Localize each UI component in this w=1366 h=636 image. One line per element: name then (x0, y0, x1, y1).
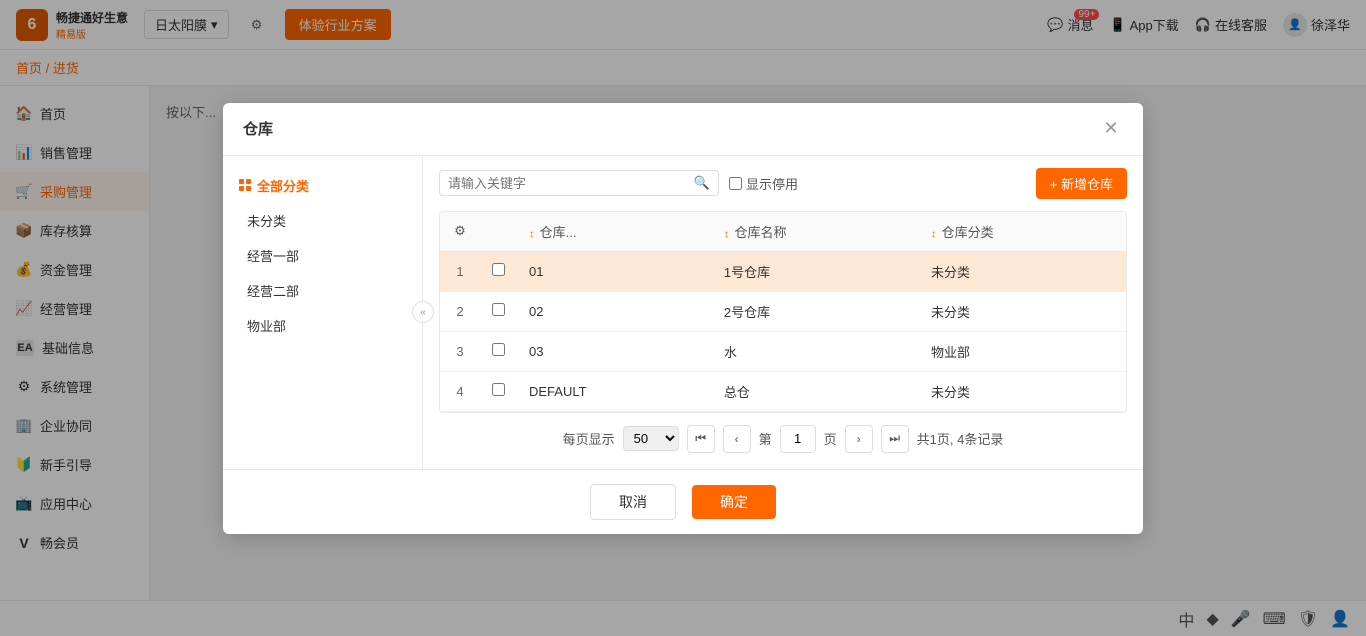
row-num-3: 3 (440, 331, 480, 371)
row-category-4: 未分类 (919, 371, 1126, 411)
warehouse-table: ⚙ ↕ 仓库... ↕ 仓库名称 (439, 211, 1127, 413)
search-icon[interactable]: 🔍 (694, 175, 710, 191)
col-category[interactable]: ↕ 仓库分类 (919, 212, 1126, 252)
table-header-row: ⚙ ↕ 仓库... ↕ 仓库名称 (440, 212, 1126, 252)
search-input[interactable] (448, 176, 688, 191)
warehouse-modal: 仓库 ✕ 全部分类 未分类 经营一部 经营二部 物业部 (223, 103, 1143, 534)
row-code-4: DEFAULT (517, 371, 712, 411)
modal-close-button[interactable]: ✕ (1099, 117, 1123, 141)
col-category-label: 仓库分类 (942, 225, 994, 240)
col-code-label: 仓库... (540, 225, 577, 240)
per-page-label: 每页显示 (563, 429, 615, 448)
row-name-1: 1号仓库 (712, 251, 919, 291)
col-name-label: 仓库名称 (735, 225, 787, 240)
row-category-2: 未分类 (919, 291, 1126, 331)
table-panel: 🔍 显示停用 + 新增仓库 ⚙ (423, 156, 1143, 469)
row-code-2: 02 (517, 291, 712, 331)
row-name-3: 水 (712, 331, 919, 371)
page-number-input[interactable] (780, 425, 816, 453)
settings-col-icon: ⚙ (454, 223, 466, 238)
show-disabled-checkbox[interactable]: 显示停用 (729, 174, 798, 193)
modal-body: 全部分类 未分类 经营一部 经营二部 物业部 « 🔍 (223, 156, 1143, 469)
col-checkbox (480, 212, 517, 252)
row-name-4: 总仓 (712, 371, 919, 411)
modal-title: 仓库 (243, 118, 273, 139)
confirm-button[interactable]: 确定 (692, 485, 776, 519)
category-item-property[interactable]: 物业部 (223, 308, 422, 343)
row-num-1: 1 (440, 251, 480, 291)
row-cb-3[interactable] (480, 331, 517, 371)
all-categories-btn[interactable]: 全部分类 (223, 168, 422, 203)
table-row[interactable]: 2 02 2号仓库 未分类 (440, 291, 1126, 331)
sort-icon-category: ↕ (931, 229, 936, 240)
sort-icon-code: ↕ (529, 229, 534, 240)
row-cb-4[interactable] (480, 371, 517, 411)
category-panel: 全部分类 未分类 经营一部 经营二部 物业部 « (223, 156, 423, 469)
col-name[interactable]: ↕ 仓库名称 (712, 212, 919, 252)
first-page-btn[interactable]: ⏮ (687, 425, 715, 453)
row-category-3: 物业部 (919, 331, 1126, 371)
add-warehouse-button[interactable]: + 新增仓库 (1036, 168, 1127, 199)
row-name-2: 2号仓库 (712, 291, 919, 331)
collapse-panel-btn[interactable]: « (412, 301, 434, 323)
table-element: ⚙ ↕ 仓库... ↕ 仓库名称 (440, 212, 1126, 412)
show-disabled-label: 显示停用 (746, 174, 798, 193)
category-item-uncategorized[interactable]: 未分类 (223, 203, 422, 238)
cancel-button[interactable]: 取消 (590, 484, 676, 520)
col-code[interactable]: ↕ 仓库... (517, 212, 712, 252)
table-row[interactable]: 3 03 水 物业部 (440, 331, 1126, 371)
row-num-2: 2 (440, 291, 480, 331)
table-row[interactable]: 4 DEFAULT 总仓 未分类 (440, 371, 1126, 411)
modal-footer: 取消 确定 (223, 469, 1143, 534)
modal-header: 仓库 ✕ (223, 103, 1143, 156)
last-page-btn[interactable]: ⏭ (881, 425, 909, 453)
total-info: 共1页, 4条记录 (917, 429, 1004, 448)
category-item-ops2[interactable]: 经营二部 (223, 273, 422, 308)
page-suffix: 页 (824, 429, 837, 448)
category-item-ops1[interactable]: 经营一部 (223, 238, 422, 273)
row-num-4: 4 (440, 371, 480, 411)
row-cb-2[interactable] (480, 291, 517, 331)
col-settings: ⚙ (440, 212, 480, 252)
pagination: 每页显示 50 20 100 ⏮ ‹ 第 页 › ⏭ 共1页, 4条记录 (439, 413, 1127, 457)
all-categories-label: 全部分类 (257, 176, 309, 195)
next-page-btn[interactable]: › (845, 425, 873, 453)
prev-page-btn[interactable]: ‹ (723, 425, 751, 453)
table-toolbar: 🔍 显示停用 + 新增仓库 (439, 168, 1127, 199)
table-body: 1 01 1号仓库 未分类 2 02 2号仓库 (440, 251, 1126, 411)
sort-icon-name: ↕ (724, 229, 729, 240)
search-box: 🔍 (439, 170, 719, 196)
row-code-3: 03 (517, 331, 712, 371)
page-size-select[interactable]: 50 20 100 (623, 426, 679, 451)
row-category-1: 未分类 (919, 251, 1126, 291)
show-disabled-input[interactable] (729, 177, 742, 190)
row-cb-1[interactable] (480, 251, 517, 291)
page-label: 第 (759, 429, 772, 448)
row-code-1: 01 (517, 251, 712, 291)
grid-icon (239, 179, 251, 191)
table-row[interactable]: 1 01 1号仓库 未分类 (440, 251, 1126, 291)
modal-overlay: 仓库 ✕ 全部分类 未分类 经营一部 经营二部 物业部 (0, 0, 1366, 636)
